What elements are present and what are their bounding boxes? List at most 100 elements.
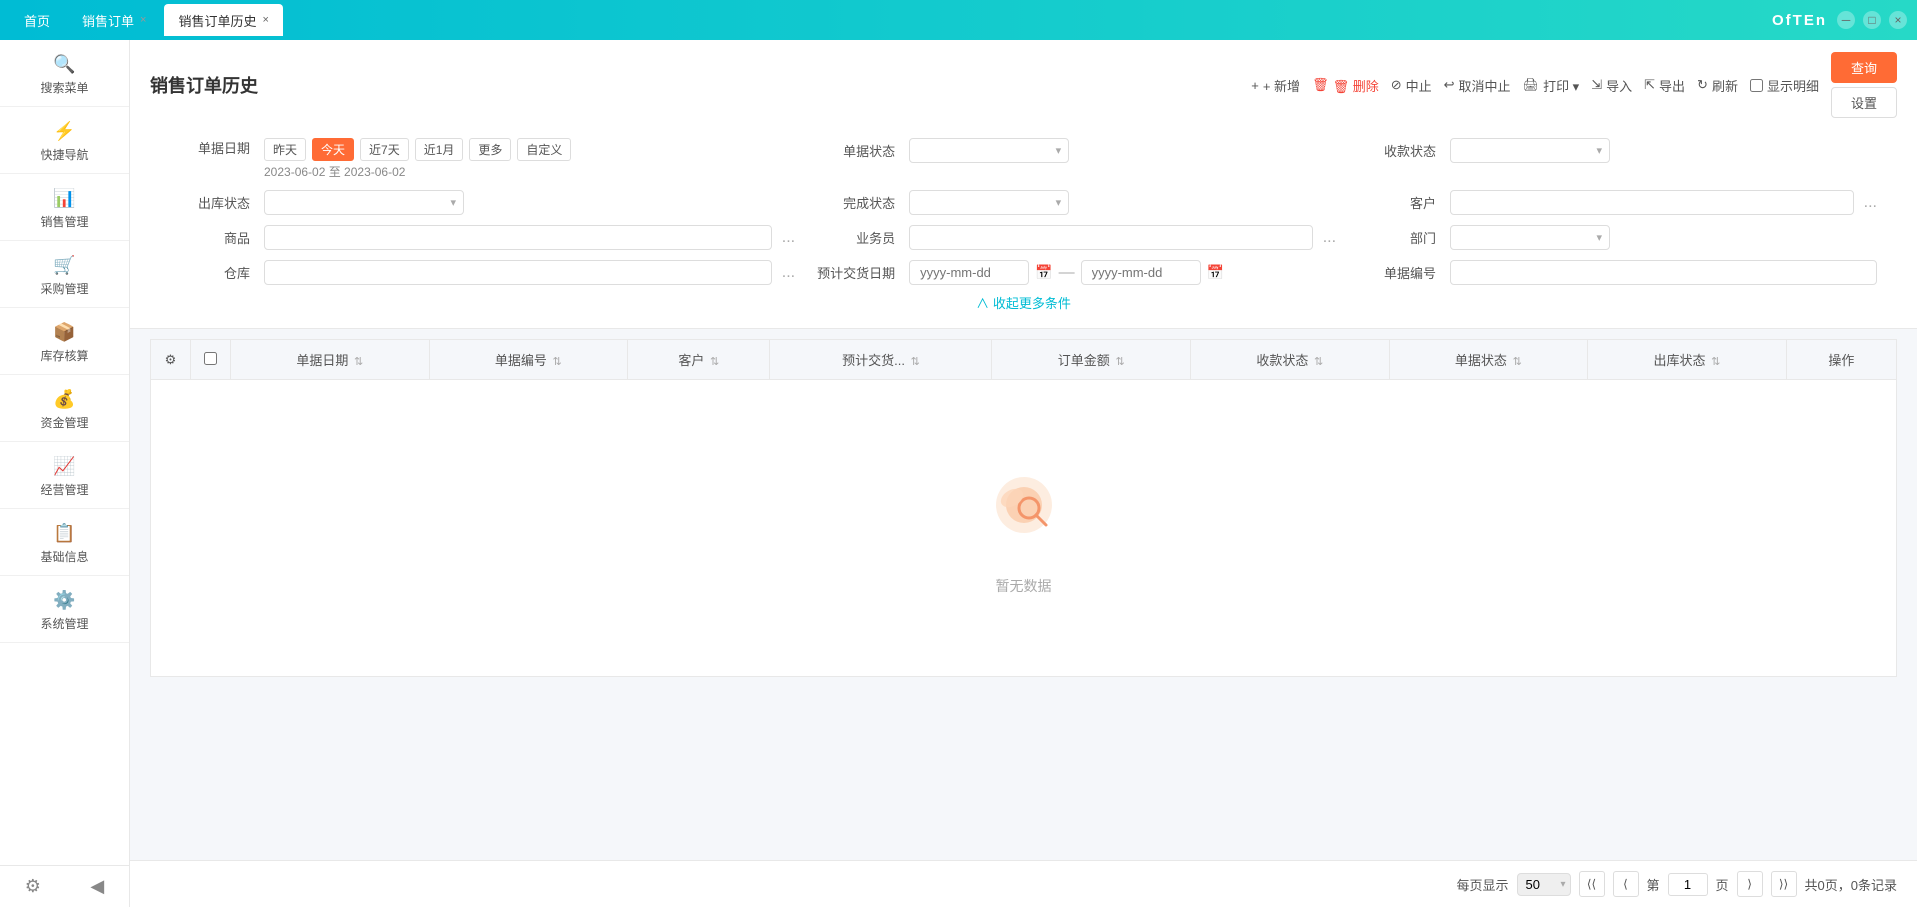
delete-button[interactable]: 🗑 🗑 删除 [1312, 76, 1379, 95]
salesperson-dots[interactable]: ... [1323, 229, 1336, 247]
customer-group: 客户 ... [1356, 190, 1877, 215]
th-customer[interactable]: 客户 ⇅ [628, 340, 770, 380]
dept-label: 部门 [1356, 228, 1436, 247]
complete-status-select-wrapper: ▾ [909, 190, 1069, 215]
next-page-button[interactable]: ⟩ [1737, 871, 1763, 897]
delivery-status-select[interactable] [264, 190, 464, 215]
minimize-button[interactable]: ─ [1837, 11, 1855, 29]
tab-sales-order-close[interactable]: × [140, 14, 146, 26]
date-today-btn[interactable]: 今天 [312, 138, 354, 161]
close-button[interactable]: × [1889, 11, 1907, 29]
date-custom-btn[interactable]: 自定义 [517, 138, 571, 161]
sort-bill-no-icon: ⇅ [553, 356, 562, 368]
last-page-button[interactable]: ⟩⟩ [1771, 871, 1797, 897]
bill-no-label: 单据编号 [1356, 263, 1436, 282]
query-button[interactable]: 查询 [1831, 52, 1897, 83]
sidebar-item-sales-mgmt[interactable]: 📊 销售管理 [0, 174, 129, 241]
tab-home[interactable]: 首页 [10, 4, 64, 36]
page-label: 第 [1647, 875, 1660, 894]
import-button[interactable]: ⇲ 导入 [1591, 76, 1632, 95]
payment-status-group: 收款状态 ▾ [1356, 138, 1877, 163]
setting-button[interactable]: 设置 [1831, 87, 1897, 118]
tab-sales-order-history-close[interactable]: × [262, 14, 268, 26]
select-all-checkbox[interactable] [204, 352, 217, 365]
sidebar-item-label-basic-info: 基础信息 [40, 548, 88, 565]
sidebar-item-quick-nav[interactable]: ⚡ 快捷导航 [0, 107, 129, 174]
export-button[interactable]: ⇱ 导出 [1644, 76, 1685, 95]
complete-status-select[interactable] [909, 190, 1069, 215]
export-icon: ⇱ [1644, 77, 1655, 93]
cancel-stop-button[interactable]: ↩ 取消中止 [1444, 76, 1511, 95]
customer-input[interactable] [1450, 190, 1854, 215]
th-bill-status[interactable]: 单据状态 ⇅ [1389, 340, 1588, 380]
th-delivery-status[interactable]: 出库状态 ⇅ [1588, 340, 1787, 380]
th-settings[interactable]: ⚙ [151, 340, 191, 380]
per-page-select[interactable]: 50 100 200 [1517, 873, 1571, 896]
top-bar-right: OfTEn ─ □ × [1772, 11, 1907, 29]
date-more-btn[interactable]: 更多 [469, 138, 511, 161]
delivery-date-to-input[interactable] [1081, 260, 1201, 285]
print-button[interactable]: 🖨 打印 ▾ [1523, 76, 1580, 95]
date-quick-buttons: 昨天 今天 近7天 近1月 更多 自定义 [264, 138, 571, 161]
th-order-amount[interactable]: 订单金额 ⇅ [992, 340, 1191, 380]
th-operation: 操作 [1786, 340, 1896, 380]
main-layout: 🔍 搜索菜单 ⚡ 快捷导航 📊 销售管理 🛒 采购管理 📦 库存核算 💰 资金管… [0, 40, 1917, 907]
collapse-conditions-button[interactable]: ∧ 收起更多条件 [170, 289, 1877, 316]
th-payment-status[interactable]: 收款状态 ⇅ [1191, 340, 1390, 380]
warehouse-label: 仓库 [170, 263, 250, 282]
delivery-date-from-input[interactable] [909, 260, 1029, 285]
pagination-bar: 每页显示 50 100 200 ▾ ⟨⟨ ⟨ 第 页 ⟩ ⟩⟩ 共0页，0条记录 [130, 860, 1917, 907]
page-number-input[interactable] [1668, 873, 1708, 896]
th-bill-date-label: 单据日期 [296, 353, 348, 368]
maximize-button[interactable]: □ [1863, 11, 1881, 29]
delivery-date-to-calendar-icon[interactable]: 📅 [1207, 264, 1224, 281]
first-page-button[interactable]: ⟨⟨ [1579, 871, 1605, 897]
tab-sales-order-history[interactable]: 销售订单历史 × [164, 4, 282, 36]
dept-group: 部门 ▾ [1356, 225, 1877, 250]
prev-page-button[interactable]: ⟨ [1613, 871, 1639, 897]
sidebar-item-basic-info[interactable]: 📋 基础信息 [0, 509, 129, 576]
goods-group: 商品 ... [170, 225, 795, 250]
sidebar-collapse-icon[interactable]: ◀ [90, 876, 104, 897]
refresh-button[interactable]: ↻ 刷新 [1697, 76, 1738, 95]
date-range-dash: — [1059, 264, 1075, 282]
dept-select[interactable] [1450, 225, 1610, 250]
sidebar-item-ops-mgmt[interactable]: 📈 经营管理 [0, 442, 129, 509]
sidebar-item-purchase-mgmt[interactable]: 🛒 采购管理 [0, 241, 129, 308]
sidebar-item-finance-mgmt[interactable]: 💰 资金管理 [0, 375, 129, 442]
delivery-date-from-calendar-icon[interactable]: 📅 [1035, 264, 1052, 281]
sidebar-settings-icon[interactable]: ⚙ [25, 876, 41, 897]
stop-button[interactable]: ⊘ 中止 [1391, 76, 1432, 95]
th-delivery-date[interactable]: 预计交货... ⇅ [770, 340, 992, 380]
display-detail-checkbox[interactable] [1750, 79, 1763, 92]
goods-input[interactable] [264, 225, 772, 250]
th-checkbox[interactable] [191, 340, 231, 380]
sort-bill-date-icon: ⇅ [354, 356, 363, 368]
th-bill-no[interactable]: 单据编号 ⇅ [429, 340, 628, 380]
payment-status-select-wrapper: ▾ [1450, 138, 1610, 163]
date-yesterday-btn[interactable]: 昨天 [264, 138, 306, 161]
sidebar-bottom: ⚙ ◀ [0, 865, 129, 907]
date-filter-label: 单据日期 [170, 138, 250, 157]
th-delivery-status-label: 出库状态 [1653, 353, 1705, 368]
tab-sales-order[interactable]: 销售订单 × [68, 4, 160, 36]
sidebar-item-inventory-calc[interactable]: 📦 库存核算 [0, 308, 129, 375]
date-7days-btn[interactable]: 近7天 [360, 138, 409, 161]
payment-status-select[interactable] [1450, 138, 1610, 163]
warehouse-dots[interactable]: ... [782, 264, 795, 282]
bill-no-input[interactable] [1450, 260, 1877, 285]
th-bill-date[interactable]: 单据日期 ⇅ [231, 340, 430, 380]
sidebar-item-sys-mgmt[interactable]: ⚙️ 系统管理 [0, 576, 129, 643]
refresh-icon: ↻ [1697, 77, 1708, 93]
complete-status-label: 完成状态 [815, 193, 895, 212]
goods-dots[interactable]: ... [782, 229, 795, 247]
customer-dots[interactable]: ... [1864, 194, 1877, 212]
new-button[interactable]: + + 新增 [1251, 76, 1300, 95]
warehouse-input[interactable] [264, 260, 772, 285]
salesperson-input[interactable] [909, 225, 1313, 250]
date-1month-btn[interactable]: 近1月 [415, 138, 464, 161]
delivery-date-range: 📅 — 📅 [909, 260, 1224, 285]
sidebar-item-search-menu[interactable]: 🔍 搜索菜单 [0, 40, 129, 107]
bill-status-select[interactable] [909, 138, 1069, 163]
display-detail-checkbox-label[interactable]: 显示明细 [1750, 76, 1819, 95]
